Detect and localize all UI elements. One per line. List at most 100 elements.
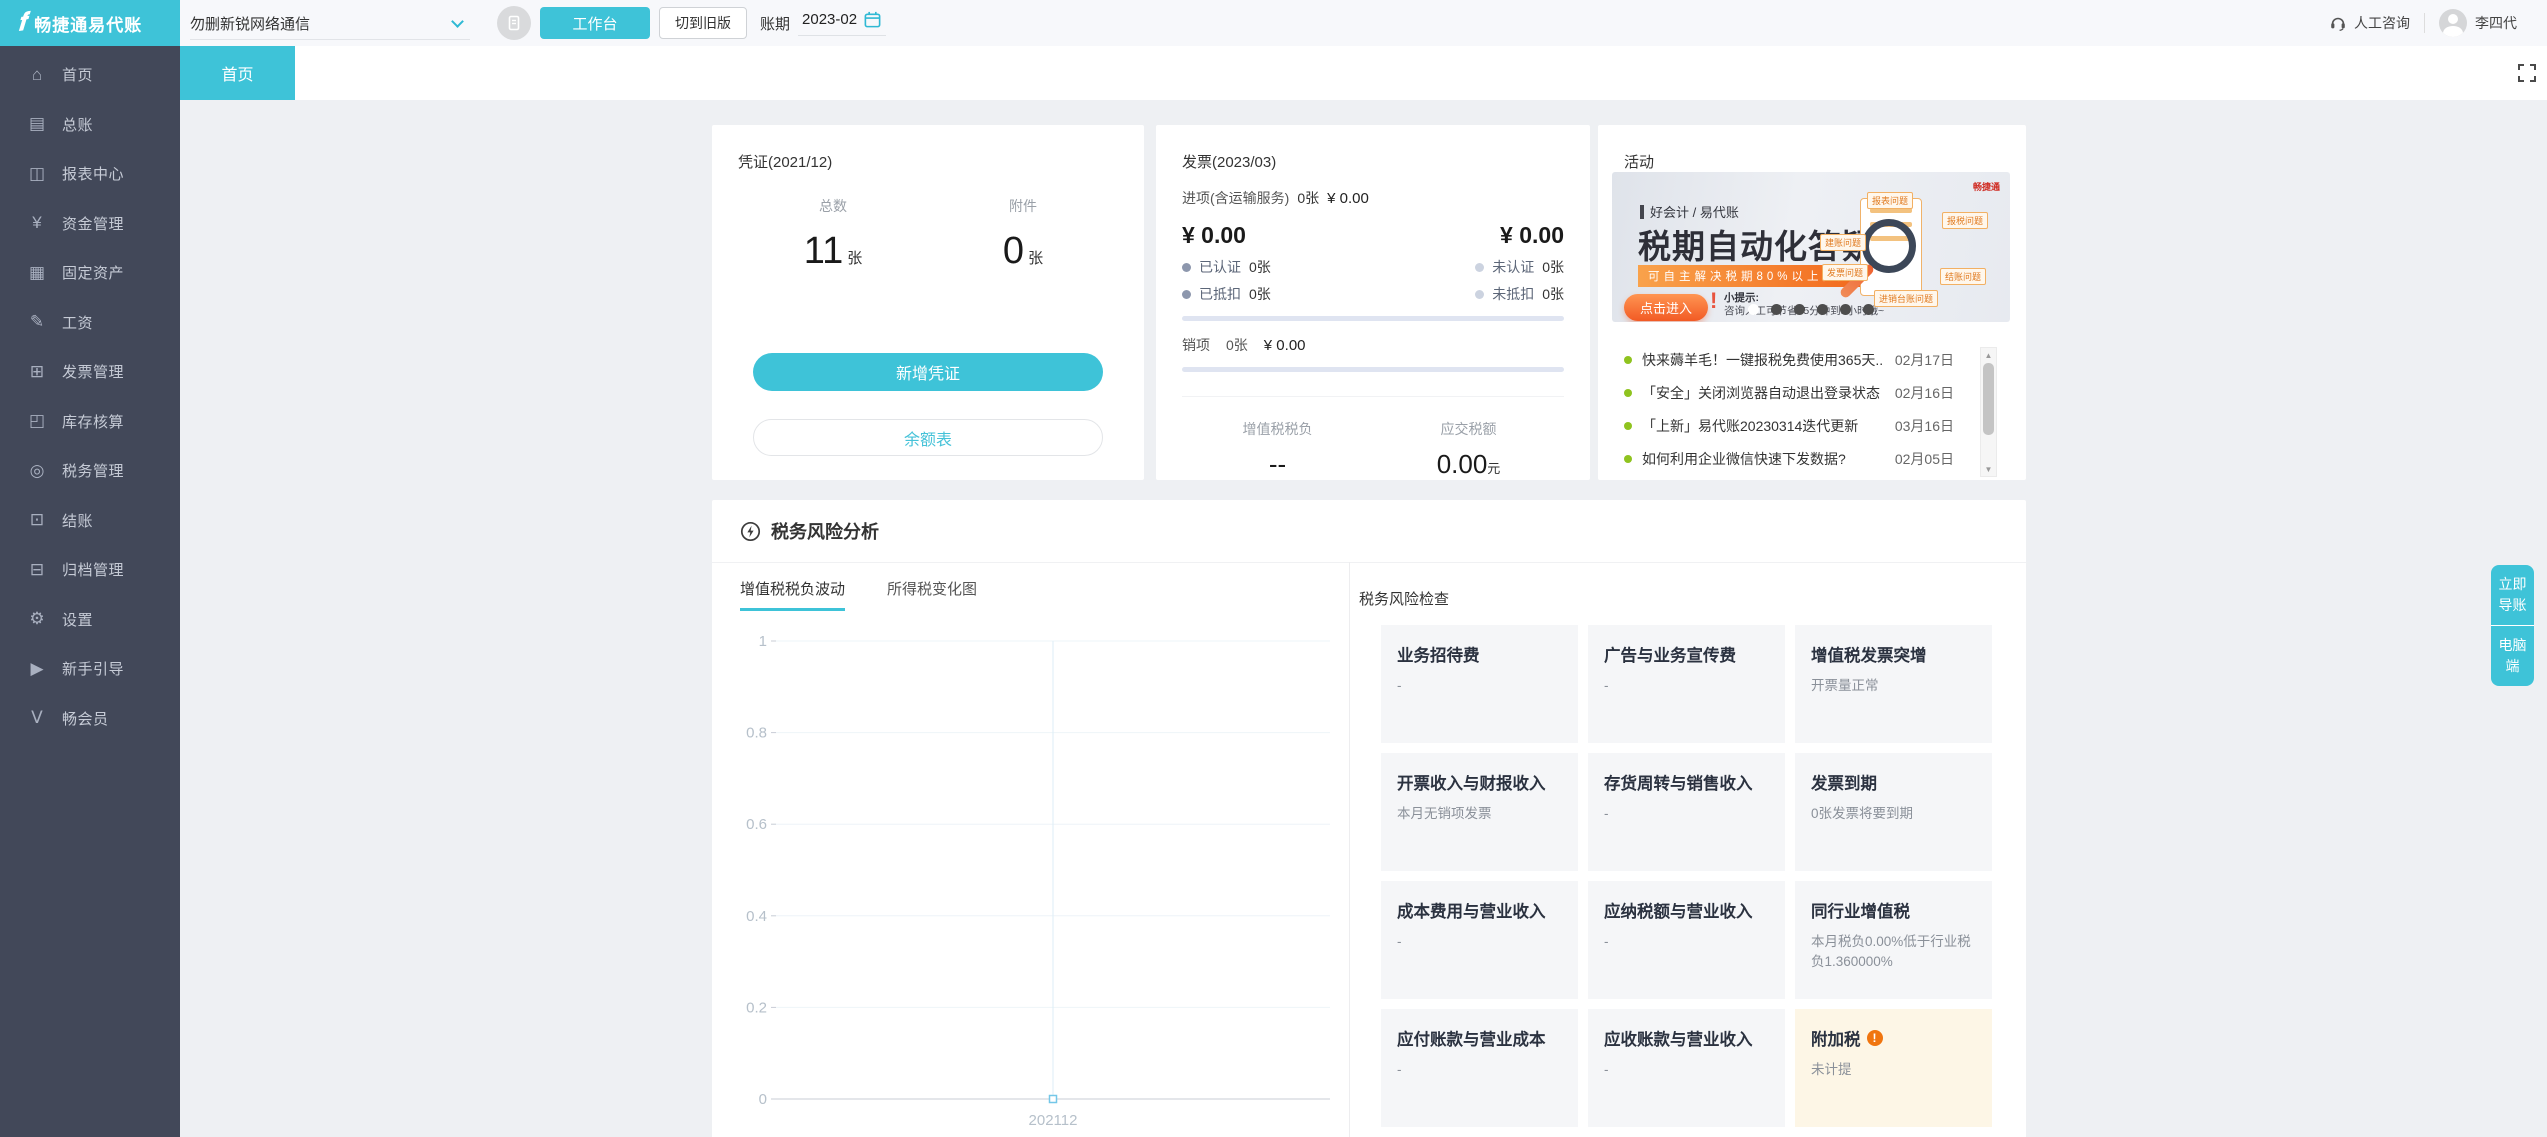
svg-text:0: 0 bbox=[759, 1091, 767, 1108]
sidebar-item-archive[interactable]: ⊟ 归档管理 bbox=[0, 545, 180, 595]
status-dot bbox=[1182, 262, 1191, 272]
warning-icon: ! bbox=[1866, 1030, 1883, 1046]
check-industry-vat[interactable]: 同行业增值税 本月税负0.00%低于行业税负1.360000% bbox=[1795, 881, 1992, 999]
chevron-down-icon bbox=[451, 15, 464, 28]
period-picker[interactable]: 2023-02 bbox=[798, 10, 887, 36]
sidebar-item-funds[interactable]: ¥ 资金管理 bbox=[0, 199, 180, 249]
divider bbox=[2424, 13, 2425, 33]
news-item[interactable]: 如何利用企业微信快速下发数据? 02月05日 bbox=[1624, 442, 1954, 475]
risk-chart-panel: 增值税税负波动 所得税变化图 0 0.2 0.4 0.6 0.8 1 202112 bbox=[740, 578, 1347, 1131]
uncertified-row: 未认证 0张 bbox=[1475, 257, 1564, 277]
check-tax-payable-vs-revenue[interactable]: 应纳税额与营业收入 - bbox=[1588, 881, 1785, 999]
tab-vat-burden[interactable]: 增值税税负波动 bbox=[740, 578, 846, 611]
carousel-dot[interactable] bbox=[1817, 304, 1828, 315]
check-inventory-turnover[interactable]: 存货周转与销售收入 - bbox=[1588, 753, 1785, 871]
bullet-icon bbox=[1624, 421, 1632, 430]
check-invoice-expiry[interactable]: 发票到期 0张发票将要到期 bbox=[1795, 753, 1992, 871]
carousel-dot[interactable] bbox=[1771, 304, 1782, 315]
carousel-dot[interactable] bbox=[1748, 304, 1759, 315]
deducted-row: 已抵扣 0张 bbox=[1182, 284, 1271, 304]
news-item[interactable]: 快来薅羊毛！一键报税免费使用365天... 02月17日 bbox=[1624, 343, 1954, 376]
tax-risk-analysis-card: 税务风险分析 增值税税负波动 所得税变化图 0 0.2 0.4 0.6 0.8 1 2021… bbox=[712, 500, 2026, 1137]
sidebar-item-report-center[interactable]: ◫ 报表中心 bbox=[0, 149, 180, 199]
banner-tag: 建账问题 bbox=[1820, 234, 1867, 251]
news-list: 快来薅羊毛！一键报税免费使用365天... 02月17日 「安全」关闭浏览器自动退… bbox=[1624, 343, 1954, 475]
undeducted-row: 未抵扣 0张 bbox=[1475, 284, 1564, 304]
sidebar-item-beginner-guide[interactable]: ▶ 新手引导 bbox=[0, 644, 180, 694]
vat-burden: 增值税税负 -- bbox=[1242, 421, 1313, 479]
brand-logo[interactable]: 𝒇 畅捷通易代账 bbox=[0, 0, 180, 46]
svg-text:202112: 202112 bbox=[1029, 1112, 1078, 1129]
sidebar-item-tax-management[interactable]: ◎ 税务管理 bbox=[0, 446, 180, 496]
period-label: 账期 bbox=[760, 15, 791, 33]
banner-tag: 报表问题 bbox=[1867, 192, 1914, 209]
add-voucher-button[interactable]: 新增凭证 bbox=[753, 353, 1103, 391]
balance-sheet-button[interactable]: 余额表 bbox=[753, 419, 1103, 456]
check-vat-invoice-surge[interactable]: 增值税发票突增 开票量正常 bbox=[1795, 625, 1992, 743]
risk-tabs: 增值税税负波动 所得税变化图 bbox=[740, 578, 1347, 611]
import-accounts-button[interactable]: 立即导账 bbox=[2491, 565, 2534, 626]
check-surtax[interactable]: 附加税! 未计提 bbox=[1795, 1009, 1992, 1127]
scroll-down-icon[interactable]: ▼ bbox=[1981, 462, 1996, 476]
workbench-button[interactable]: 工作台 bbox=[540, 7, 650, 39]
bullet-icon bbox=[1624, 355, 1632, 364]
sidebar-item-invoice-management[interactable]: ⊞ 发票管理 bbox=[0, 347, 180, 397]
pc-client-button[interactable]: 电脑端 bbox=[2491, 626, 2534, 686]
svg-text:0.8: 0.8 bbox=[746, 725, 767, 742]
bullet-icon bbox=[1624, 454, 1632, 463]
tab-home[interactable]: 首页 bbox=[180, 46, 295, 100]
floating-buttons: 立即导账 电脑端 bbox=[2491, 565, 2534, 686]
check-cost-vs-revenue[interactable]: 成本费用与营业收入 - bbox=[1381, 881, 1578, 999]
tax-payable: 应交税额 0.00元 bbox=[1436, 421, 1501, 479]
brand-name: 畅捷通易代账 bbox=[34, 15, 143, 35]
vat-burden-chart: 0 0.2 0.4 0.6 0.8 1 202112 bbox=[746, 633, 1330, 1129]
sidebar-item-home[interactable]: ⌂ 首页 bbox=[0, 50, 180, 100]
certified-row: 已认证 0张 bbox=[1182, 257, 1271, 277]
tax-icon: ◎ bbox=[29, 460, 45, 480]
invoice-output-line: 销项 0张 ¥ 0.00 bbox=[1182, 337, 1306, 354]
sidebar-item-closing[interactable]: ⊡ 结账 bbox=[0, 496, 180, 546]
exclamation-icon: ! bbox=[1710, 288, 1718, 313]
banner-tag: 报税问题 bbox=[1942, 212, 1989, 229]
sidebar-item-fixed-assets[interactable]: ▦ 固定资产 bbox=[0, 248, 180, 298]
news-scrollbar[interactable]: ▲ ▼ bbox=[1980, 347, 1997, 477]
avatar bbox=[2439, 9, 2467, 37]
check-invoiced-vs-reported-income[interactable]: 开票收入与财报收入 本月无销项发票 bbox=[1381, 753, 1578, 871]
activity-card: 活动 畅捷通 好会计 / 易代账 税期自动化答疑 可自主解决税期80%以上问题 … bbox=[1598, 125, 2026, 480]
sidebar-item-member[interactable]: Ⅴ 畅会员 bbox=[0, 694, 180, 744]
banner-cta-button[interactable]: 点击进入 bbox=[1624, 294, 1709, 321]
news-item[interactable]: 「安全」关闭浏览器自动退出登录状态 02月16日 bbox=[1624, 376, 1954, 409]
sidebar-item-settings[interactable]: ⚙ 设置 bbox=[0, 595, 180, 645]
notepad-icon[interactable] bbox=[497, 6, 531, 40]
building-icon: ▦ bbox=[28, 262, 46, 282]
svg-text:1: 1 bbox=[759, 633, 767, 650]
carousel-dot[interactable] bbox=[1863, 304, 1874, 315]
tab-income-tax[interactable]: 所得税变化图 bbox=[887, 578, 977, 611]
support-link[interactable]: 人工咨询 bbox=[2329, 13, 2410, 33]
company-selector[interactable]: 勿删新锐网络通信 bbox=[190, 8, 470, 40]
voucher-attachment-stat: 附件 0张 bbox=[1002, 198, 1044, 272]
carousel-dot[interactable] bbox=[1794, 304, 1805, 315]
risk-header: 税务风险分析 bbox=[712, 500, 2026, 563]
fullscreen-icon[interactable] bbox=[2517, 63, 2537, 83]
promo-banner[interactable]: 畅捷通 好会计 / 易代账 税期自动化答疑 可自主解决税期80%以上问题 点击进… bbox=[1612, 172, 2010, 322]
topbar-right: 人工咨询 李四代 bbox=[2329, 0, 2517, 46]
sidebar-item-payroll[interactable]: ✎ 工资 bbox=[0, 298, 180, 348]
user-menu[interactable]: 李四代 bbox=[2439, 9, 2517, 37]
scroll-up-icon[interactable]: ▲ bbox=[1981, 348, 1996, 362]
carousel-dot[interactable] bbox=[1840, 304, 1851, 315]
top-bar: 𝒇 畅捷通易代账 勿删新锐网络通信 工作台 切到旧版 账期 2023-02 人工… bbox=[0, 0, 2547, 46]
sidebar-item-general-ledger[interactable]: ▤ 总账 bbox=[0, 100, 180, 150]
risk-section-title: 税务风险分析 bbox=[771, 522, 879, 542]
check-payables-vs-cost[interactable]: 应付账款与营业成本 - bbox=[1381, 1009, 1578, 1127]
sidebar-item-inventory[interactable]: ◰ 库存核算 bbox=[0, 397, 180, 447]
check-entertainment-expense[interactable]: 业务招待费 - bbox=[1381, 625, 1578, 743]
svg-text:0.4: 0.4 bbox=[746, 908, 767, 925]
news-item[interactable]: 「上新」易代账20230314迭代更新 03月16日 bbox=[1624, 409, 1954, 442]
check-advertising-expense[interactable]: 广告与业务宣传费 - bbox=[1588, 625, 1785, 743]
home-icon: ⌂ bbox=[31, 64, 43, 84]
switch-old-version-button[interactable]: 切到旧版 bbox=[659, 7, 747, 39]
check-receivables-vs-revenue[interactable]: 应收账款与营业收入 - bbox=[1588, 1009, 1785, 1127]
scrollbar-thumb[interactable] bbox=[1983, 363, 1994, 435]
clock-bolt-icon bbox=[740, 521, 761, 541]
